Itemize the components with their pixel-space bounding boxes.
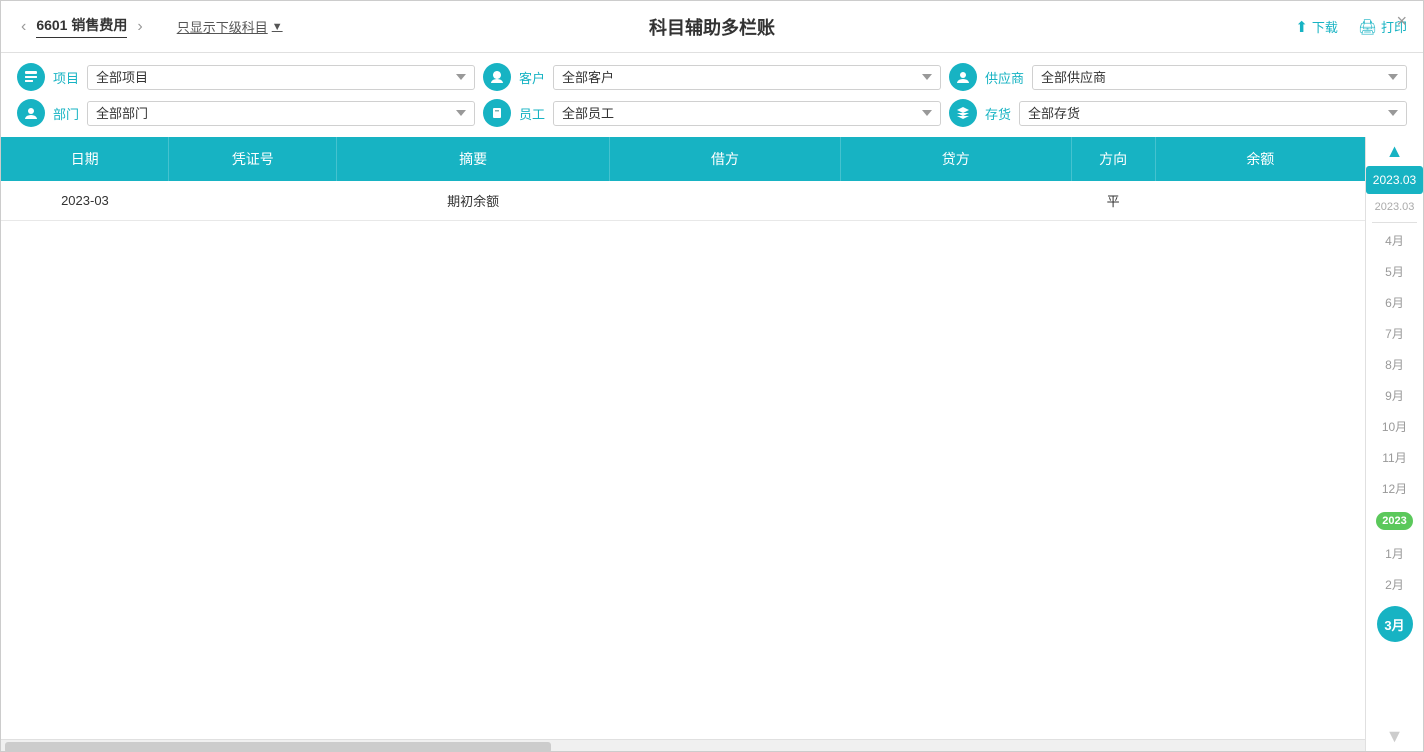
cell-date: 2023-03 xyxy=(1,181,169,221)
timeline-up-btn[interactable]: ▲ xyxy=(1386,137,1404,166)
project-label: 项目 xyxy=(53,68,79,87)
col-summary: 摘要 xyxy=(337,137,610,181)
timeline-item-8[interactable]: 8月 xyxy=(1366,349,1423,380)
filter-row-employee: 员工 全部员工 xyxy=(483,99,941,127)
timeline-item-12[interactable]: 12月 xyxy=(1366,473,1423,504)
employee-label: 员工 xyxy=(519,104,545,123)
show-sub-label: 只显示下级科目 xyxy=(177,17,268,36)
download-icon: ⬆ xyxy=(1295,18,1308,36)
year-row-2023: 2023 xyxy=(1366,504,1423,538)
department-icon xyxy=(17,99,45,127)
title-bar: ‹ 6601 销售费用 › 只显示下级科目 ▼ 科目辅助多栏账 ⬆ 下载 🖨 打… xyxy=(1,1,1423,53)
cell-balance xyxy=(1155,181,1365,221)
inventory-icon xyxy=(949,99,977,127)
col-debit: 借方 xyxy=(610,137,841,181)
filter-row-inventory: 存货 全部存货 xyxy=(949,99,1407,127)
col-credit: 贷方 xyxy=(840,137,1071,181)
customer-label: 客户 xyxy=(519,68,545,87)
timeline-item-4[interactable]: 4月 xyxy=(1366,225,1423,256)
close-button[interactable]: × xyxy=(1396,11,1407,32)
supplier-icon xyxy=(949,63,977,91)
table-row: 2023-03 期初余额 平 xyxy=(1,181,1365,221)
col-direction: 方向 xyxy=(1071,137,1155,181)
col-date: 日期 xyxy=(1,137,169,181)
timeline-item-5[interactable]: 5月 xyxy=(1366,256,1423,287)
timeline-item-3-active[interactable]: 3月 xyxy=(1377,606,1413,642)
title-right: ⬆ 下载 🖨 打印 × xyxy=(1295,17,1407,36)
page-title: 科目辅助多栏账 xyxy=(649,14,775,40)
show-sub-toggle[interactable]: 只显示下级科目 ▼ xyxy=(177,17,283,36)
cell-direction: 平 xyxy=(1071,181,1155,221)
timeline-item-9[interactable]: 9月 xyxy=(1366,380,1423,411)
table-container: 日期 凭证号 摘要 借方 贷方 方向 余额 2023-03 期初余额 平 xyxy=(1,137,1365,751)
cell-debit xyxy=(610,181,841,221)
filter-row-project: 项目 全部项目 xyxy=(17,63,475,91)
col-balance: 余额 xyxy=(1155,137,1365,181)
project-icon xyxy=(17,63,45,91)
filter-bar: 项目 全部项目 客户 全部客户 供应商 全部供应商 xyxy=(1,53,1423,137)
main-window: ‹ 6601 销售费用 › 只显示下级科目 ▼ 科目辅助多栏账 ⬆ 下载 🖨 打… xyxy=(0,0,1424,752)
timeline-item-6[interactable]: 6月 xyxy=(1366,287,1423,318)
cell-voucher xyxy=(169,181,337,221)
supplier-select[interactable]: 全部供应商 xyxy=(1032,65,1407,90)
download-button[interactable]: ⬆ 下载 xyxy=(1295,17,1338,36)
project-select[interactable]: 全部项目 xyxy=(87,65,475,90)
cell-credit xyxy=(840,181,1071,221)
title-left: ‹ 6601 销售费用 › 只显示下级科目 ▼ xyxy=(17,15,283,38)
table-header-row: 日期 凭证号 摘要 借方 贷方 方向 余额 xyxy=(1,137,1365,181)
customer-icon xyxy=(483,63,511,91)
timeline-items: 2023.03 2023.03 4月 5月 6月 7月 8月 9月 10月 11… xyxy=(1366,166,1423,722)
cell-summary: 期初余额 xyxy=(337,181,610,221)
timeline-item-2023-03-2[interactable]: 2023.03 xyxy=(1366,194,1423,220)
timeline-item-7[interactable]: 7月 xyxy=(1366,318,1423,349)
timeline-item-11[interactable]: 11月 xyxy=(1366,442,1423,473)
year-badge-2023[interactable]: 2023 xyxy=(1376,512,1412,530)
account-code: 6601 销售费用 xyxy=(36,15,127,38)
download-label: 下载 xyxy=(1312,17,1338,36)
filter-row-supplier: 供应商 全部供应商 xyxy=(949,63,1407,91)
timeline-sidebar: ▲ 2023.03 2023.03 4月 5月 6月 7月 8月 9月 10月 … xyxy=(1365,137,1423,751)
filter-row-department: 部门 全部部门 xyxy=(17,99,475,127)
inventory-label: 存货 xyxy=(985,104,1011,123)
supplier-label: 供应商 xyxy=(985,68,1024,87)
timeline-item-2023-03-1[interactable]: 2023.03 xyxy=(1366,166,1423,194)
employee-select[interactable]: 全部员工 xyxy=(553,101,941,126)
timeline-item-10[interactable]: 10月 xyxy=(1366,411,1423,442)
timeline-item-1[interactable]: 1月 xyxy=(1366,538,1423,569)
timeline-divider-1 xyxy=(1372,222,1418,223)
employee-icon xyxy=(483,99,511,127)
print-icon: 🖨 xyxy=(1358,18,1377,36)
col-voucher: 凭证号 xyxy=(169,137,337,181)
timeline-down-btn[interactable]: ▼ xyxy=(1386,722,1404,751)
next-account-btn[interactable]: › xyxy=(133,17,146,37)
customer-select[interactable]: 全部客户 xyxy=(553,65,941,90)
inventory-select[interactable]: 全部存货 xyxy=(1019,101,1407,126)
department-label: 部门 xyxy=(53,104,79,123)
main-table: 日期 凭证号 摘要 借方 贷方 方向 余额 2023-03 期初余额 平 xyxy=(1,137,1365,221)
department-select[interactable]: 全部部门 xyxy=(87,101,475,126)
prev-account-btn[interactable]: ‹ xyxy=(17,17,30,37)
chevron-down-icon: ▼ xyxy=(272,21,283,33)
timeline-item-2[interactable]: 2月 xyxy=(1366,569,1423,600)
filter-row-customer: 客户 全部客户 xyxy=(483,63,941,91)
